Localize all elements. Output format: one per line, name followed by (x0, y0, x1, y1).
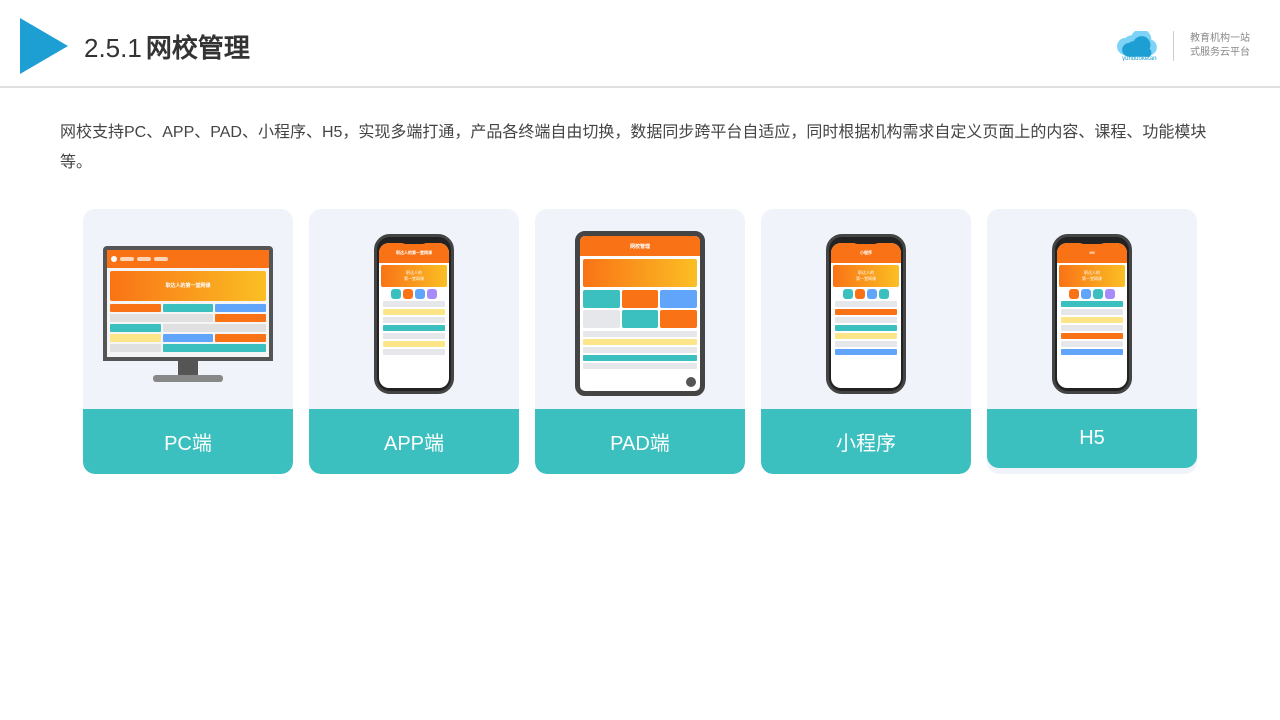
card-pc-label: PC端 (83, 409, 293, 474)
card-h5-label: H5 (987, 409, 1197, 468)
main-content: 网校支持PC、APP、PAD、小程序、H5，实现多端打通，产品各终端自由切换，数… (0, 88, 1280, 494)
svg-text:yunduoketang.com: yunduoketang.com (1122, 56, 1157, 61)
card-pc: 职达人的第一堂网课 (83, 209, 293, 474)
logo-triangle-icon (20, 18, 68, 74)
page-title: 2.5.1网校管理 (84, 28, 250, 65)
pc-monitor-icon: 职达人的第一堂网课 (103, 246, 273, 382)
brand-divider (1173, 31, 1174, 61)
app-phone-icon: 职达人的第一堂网课 职达人的第一堂网课 (374, 234, 454, 394)
card-miniapp-image: 小程序 职达人的第一堂网课 (761, 209, 971, 409)
header-left: 2.5.1网校管理 (20, 18, 250, 74)
card-h5: H5 职达人的第一堂网课 (987, 209, 1197, 474)
brand-logo: yunduoketang.com (1113, 31, 1157, 61)
card-pad-image: 网校管理 (535, 209, 745, 409)
h5-phone-icon: H5 职达人的第一堂网课 (1052, 234, 1132, 394)
card-pad-label: PAD端 (535, 409, 745, 474)
card-app-image: 职达人的第一堂网课 职达人的第一堂网课 (309, 209, 519, 409)
card-miniapp-label: 小程序 (761, 409, 971, 474)
header-right: yunduoketang.com 教育机构一站 式服务云平台 (1113, 31, 1250, 61)
card-pc-image: 职达人的第一堂网课 (83, 209, 293, 409)
page-header: 2.5.1网校管理 yunduoketang.com 教育机构一站 式服务云平台 (0, 0, 1280, 88)
brand-slogan: 教育机构一站 式服务云平台 (1190, 32, 1250, 60)
card-h5-image: H5 职达人的第一堂网课 (987, 209, 1197, 409)
cloud-icon: yunduoketang.com (1113, 31, 1157, 61)
cards-container: 职达人的第一堂网课 (60, 209, 1220, 474)
card-app: 职达人的第一堂网课 职达人的第一堂网课 (309, 209, 519, 474)
pad-tablet-icon: 网校管理 (575, 231, 705, 396)
card-pad: 网校管理 (535, 209, 745, 474)
card-app-label: APP端 (309, 409, 519, 474)
miniapp-phone-icon: 小程序 职达人的第一堂网课 (826, 234, 906, 394)
card-miniapp: 小程序 职达人的第一堂网课 (761, 209, 971, 474)
description-text: 网校支持PC、APP、PAD、小程序、H5，实现多端打通，产品各终端自由切换，数… (60, 118, 1220, 179)
